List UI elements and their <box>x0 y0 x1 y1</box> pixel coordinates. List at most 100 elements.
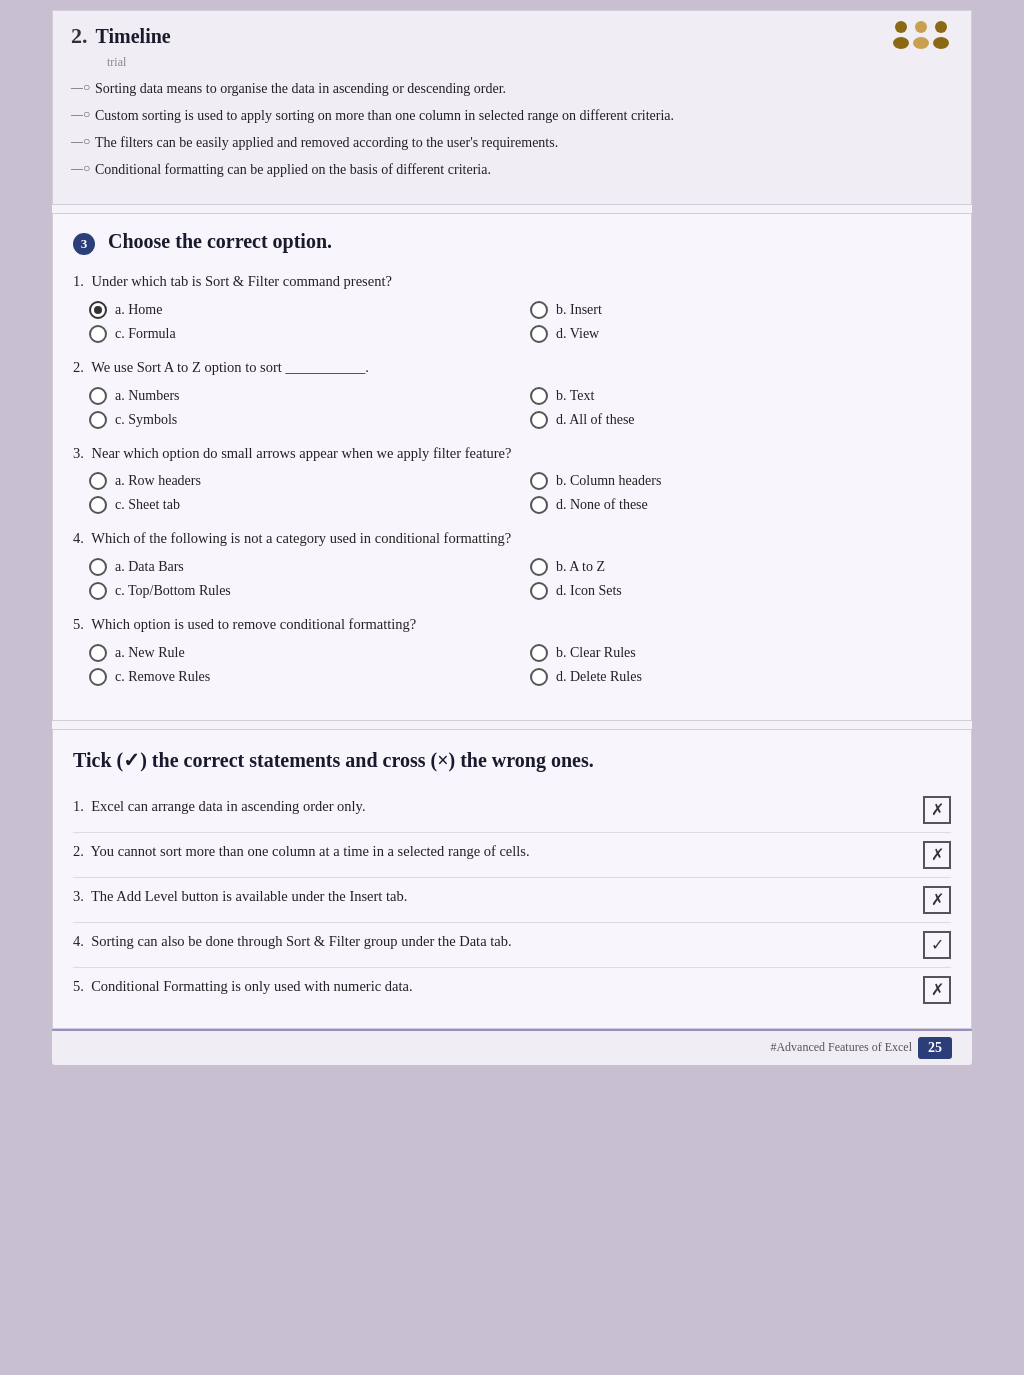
bullet-1: Sorting data means to organise the data … <box>71 78 953 99</box>
question-5-options: a. New Rule b. Clear Rules c. Remove Rul… <box>73 644 951 686</box>
tick-box-3[interactable]: ✗ <box>923 886 951 914</box>
option-1c-label: c. Formula <box>115 326 176 342</box>
question-5: 5. Which option is used to remove condit… <box>73 614 951 686</box>
tick-box-2[interactable]: ✗ <box>923 841 951 869</box>
radio-2c[interactable] <box>89 411 107 429</box>
question-5-text: 5. Which option is used to remove condit… <box>73 614 951 636</box>
radio-1b[interactable] <box>530 301 548 319</box>
timeline-number-icon: 2. <box>71 23 88 49</box>
question-3-text: 3. Near which option do small arrows app… <box>73 443 951 465</box>
option-5c[interactable]: c. Remove Rules <box>89 668 510 686</box>
bullet-3: The filters can be easily applied and re… <box>71 132 953 153</box>
svg-point-2 <box>915 21 927 33</box>
svg-point-3 <box>913 37 929 49</box>
option-2c[interactable]: c. Symbols <box>89 411 510 429</box>
option-3b-label: b. Column headers <box>556 473 661 489</box>
tick-question-3: 3. The Add Level button is available und… <box>73 878 951 923</box>
question-2: 2. We use Sort A to Z option to sort ___… <box>73 357 951 429</box>
question-2-options: a. Numbers b. Text c. Symbols d. All of … <box>73 387 951 429</box>
option-1d-label: d. View <box>556 326 599 342</box>
section-number-badge: 3 <box>73 233 95 255</box>
option-1d[interactable]: d. View <box>530 325 951 343</box>
option-3c-label: c. Sheet tab <box>115 497 180 513</box>
radio-1a[interactable] <box>89 301 107 319</box>
option-5a-label: a. New Rule <box>115 645 185 661</box>
radio-4c[interactable] <box>89 582 107 600</box>
radio-5d[interactable] <box>530 668 548 686</box>
tick-question-1: 1. Excel can arrange data in ascending o… <box>73 788 951 833</box>
option-4b[interactable]: b. A to Z <box>530 558 951 576</box>
option-4a-label: a. Data Bars <box>115 559 184 575</box>
radio-2a[interactable] <box>89 387 107 405</box>
option-4d[interactable]: d. Icon Sets <box>530 582 951 600</box>
option-4a[interactable]: a. Data Bars <box>89 558 510 576</box>
radio-3b[interactable] <box>530 472 548 490</box>
option-1a[interactable]: a. Home <box>89 301 510 319</box>
footer-text: #Advanced Features of Excel <box>770 1040 912 1055</box>
radio-2d[interactable] <box>530 411 548 429</box>
radio-3a[interactable] <box>89 472 107 490</box>
option-2a-label: a. Numbers <box>115 388 180 404</box>
svg-point-1 <box>893 37 909 49</box>
question-4: 4. Which of the following is not a categ… <box>73 528 951 600</box>
timeline-section: 2. Timeline trial Sorting data means to … <box>52 10 972 205</box>
footer: #Advanced Features of Excel 25 <box>52 1029 972 1065</box>
option-2d-label: d. All of these <box>556 412 635 428</box>
radio-4a[interactable] <box>89 558 107 576</box>
option-5d[interactable]: d. Delete Rules <box>530 668 951 686</box>
radio-5b[interactable] <box>530 644 548 662</box>
option-1b-label: b. Insert <box>556 302 602 318</box>
choose-section: 3 Choose the correct option. 1. Under wh… <box>52 213 972 721</box>
option-3a[interactable]: a. Row headers <box>89 472 510 490</box>
option-4b-label: b. A to Z <box>556 559 605 575</box>
question-1-options: a. Home b. Insert c. Formula d. View <box>73 301 951 343</box>
question-4-text: 4. Which of the following is not a categ… <box>73 528 951 550</box>
option-3d-label: d. None of these <box>556 497 648 513</box>
option-3b[interactable]: b. Column headers <box>530 472 951 490</box>
option-5b[interactable]: b. Clear Rules <box>530 644 951 662</box>
question-3: 3. Near which option do small arrows app… <box>73 443 951 515</box>
svg-point-0 <box>895 21 907 33</box>
radio-2b[interactable] <box>530 387 548 405</box>
question-1-text: 1. Under which tab is Sort & Filter comm… <box>73 271 951 293</box>
option-3d[interactable]: d. None of these <box>530 496 951 514</box>
radio-3d[interactable] <box>530 496 548 514</box>
tick-question-4-text: 4. Sorting can also be done through Sort… <box>73 931 512 953</box>
question-3-options: a. Row headers b. Column headers c. Shee… <box>73 472 951 514</box>
option-1c[interactable]: c. Formula <box>89 325 510 343</box>
radio-3c[interactable] <box>89 496 107 514</box>
timeline-person-icons <box>891 19 951 49</box>
option-4c[interactable]: c. Top/Bottom Rules <box>89 582 510 600</box>
radio-4d[interactable] <box>530 582 548 600</box>
option-2b[interactable]: b. Text <box>530 387 951 405</box>
tick-question-4: 4. Sorting can also be done through Sort… <box>73 923 951 968</box>
option-2b-label: b. Text <box>556 388 594 404</box>
option-2d[interactable]: d. All of these <box>530 411 951 429</box>
page-number-badge: 25 <box>918 1037 952 1059</box>
timeline-header: 2. Timeline <box>71 23 953 49</box>
bullet-4: Conditional formatting can be applied on… <box>71 159 953 180</box>
tick-heading: Tick (✓) the correct statements and cros… <box>73 746 951 774</box>
option-5b-label: b. Clear Rules <box>556 645 636 661</box>
tick-question-2: 2. You cannot sort more than one column … <box>73 833 951 878</box>
option-3c[interactable]: c. Sheet tab <box>89 496 510 514</box>
radio-5a[interactable] <box>89 644 107 662</box>
radio-1d[interactable] <box>530 325 548 343</box>
option-2a[interactable]: a. Numbers <box>89 387 510 405</box>
tick-box-5[interactable]: ✗ <box>923 976 951 1004</box>
tick-box-1[interactable]: ✗ <box>923 796 951 824</box>
option-1b[interactable]: b. Insert <box>530 301 951 319</box>
option-4d-label: d. Icon Sets <box>556 583 622 599</box>
tick-question-2-text: 2. You cannot sort more than one column … <box>73 841 530 863</box>
tick-box-4[interactable]: ✓ <box>923 931 951 959</box>
choose-heading: 3 Choose the correct option. <box>73 230 951 255</box>
radio-4b[interactable] <box>530 558 548 576</box>
radio-1c[interactable] <box>89 325 107 343</box>
option-5a[interactable]: a. New Rule <box>89 644 510 662</box>
option-5d-label: d. Delete Rules <box>556 669 642 685</box>
radio-5c[interactable] <box>89 668 107 686</box>
option-1a-label: a. Home <box>115 302 162 318</box>
question-2-text: 2. We use Sort A to Z option to sort ___… <box>73 357 951 379</box>
tick-question-1-text: 1. Excel can arrange data in ascending o… <box>73 796 366 818</box>
tick-question-5-text: 5. Conditional Formatting is only used w… <box>73 976 413 998</box>
